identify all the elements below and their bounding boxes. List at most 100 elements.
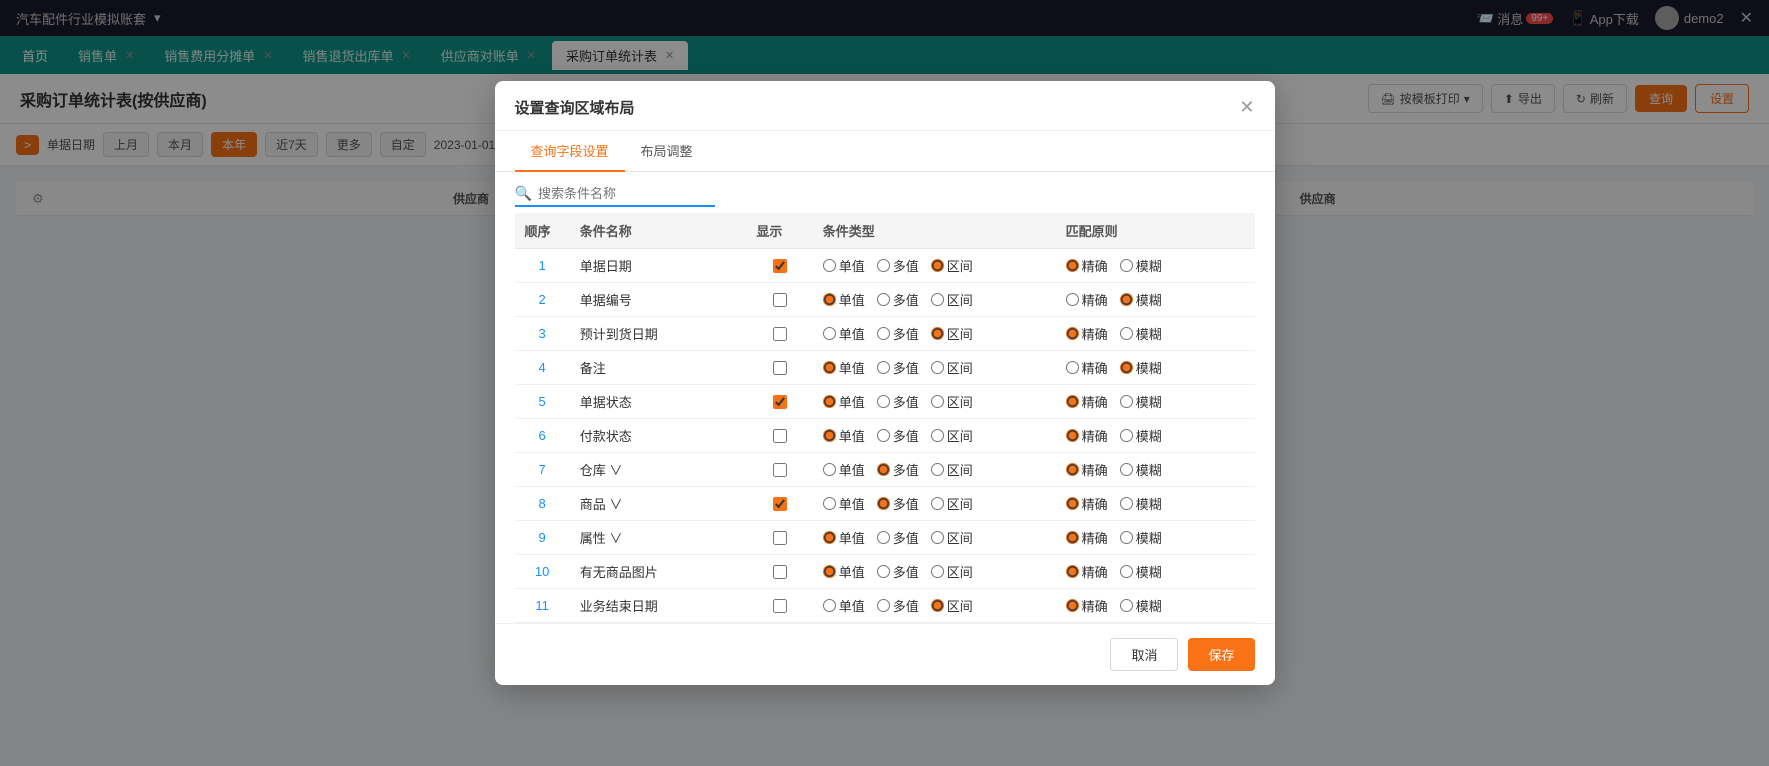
type-radio-多值[interactable]: 多值	[877, 528, 919, 547]
row-show-cell[interactable]	[746, 521, 812, 555]
match-radio-input[interactable]	[1120, 327, 1133, 340]
type-radio-区间[interactable]: 区间	[931, 562, 973, 581]
show-checkbox-wrap[interactable]	[756, 259, 802, 273]
match-radio-input[interactable]	[1066, 599, 1079, 612]
type-radio-input[interactable]	[931, 361, 944, 374]
type-radio-单值[interactable]: 单值	[823, 528, 865, 547]
type-radio-单值[interactable]: 单值	[823, 290, 865, 309]
cancel-button[interactable]: 取消	[1110, 638, 1178, 671]
search-input[interactable]	[538, 182, 698, 205]
match-radio-input[interactable]	[1120, 429, 1133, 442]
tab-layout-adjust[interactable]: 布局调整	[625, 131, 709, 172]
show-checkbox-wrap[interactable]	[756, 531, 802, 545]
match-radio-模糊[interactable]: 模糊	[1120, 494, 1162, 513]
row-show-cell[interactable]	[746, 589, 812, 623]
type-radio-input[interactable]	[823, 599, 836, 612]
row-show-cell[interactable]	[746, 419, 812, 453]
type-radio-input[interactable]	[823, 565, 836, 578]
type-radio-区间[interactable]: 区间	[931, 460, 973, 479]
type-radio-input[interactable]	[877, 497, 890, 510]
match-radio-精确[interactable]: 精确	[1066, 324, 1108, 343]
show-checkbox-wrap[interactable]	[756, 497, 802, 511]
type-radio-input[interactable]	[823, 429, 836, 442]
type-radio-多值[interactable]: 多值	[877, 256, 919, 275]
show-checkbox[interactable]	[773, 395, 787, 409]
type-radio-input[interactable]	[823, 327, 836, 340]
type-radio-多值[interactable]: 多值	[877, 358, 919, 377]
match-radio-精确[interactable]: 精确	[1066, 426, 1108, 445]
match-radio-模糊[interactable]: 模糊	[1120, 324, 1162, 343]
type-radio-input[interactable]	[877, 259, 890, 272]
type-radio-input[interactable]	[931, 599, 944, 612]
match-radio-input[interactable]	[1120, 259, 1133, 272]
type-radio-input[interactable]	[877, 429, 890, 442]
row-show-cell[interactable]	[746, 487, 812, 521]
type-radio-多值[interactable]: 多值	[877, 494, 919, 513]
type-radio-input[interactable]	[931, 293, 944, 306]
type-radio-input[interactable]	[877, 565, 890, 578]
type-radio-多值[interactable]: 多值	[877, 324, 919, 343]
match-radio-模糊[interactable]: 模糊	[1120, 528, 1162, 547]
match-radio-input[interactable]	[1066, 463, 1079, 476]
type-radio-单值[interactable]: 单值	[823, 358, 865, 377]
match-radio-模糊[interactable]: 模糊	[1120, 358, 1162, 377]
match-radio-input[interactable]	[1066, 361, 1079, 374]
match-radio-input[interactable]	[1120, 565, 1133, 578]
match-radio-模糊[interactable]: 模糊	[1120, 290, 1162, 309]
match-radio-input[interactable]	[1120, 463, 1133, 476]
match-radio-精确[interactable]: 精确	[1066, 256, 1108, 275]
show-checkbox[interactable]	[773, 327, 787, 341]
show-checkbox[interactable]	[773, 497, 787, 511]
type-radio-input[interactable]	[877, 293, 890, 306]
row-show-cell[interactable]	[746, 283, 812, 317]
type-radio-多值[interactable]: 多值	[877, 426, 919, 445]
show-checkbox[interactable]	[773, 599, 787, 613]
match-radio-模糊[interactable]: 模糊	[1120, 460, 1162, 479]
show-checkbox-wrap[interactable]	[756, 599, 802, 613]
type-radio-input[interactable]	[931, 395, 944, 408]
match-radio-input[interactable]	[1120, 599, 1133, 612]
type-radio-单值[interactable]: 单值	[823, 494, 865, 513]
type-radio-多值[interactable]: 多值	[877, 562, 919, 581]
type-radio-input[interactable]	[931, 327, 944, 340]
type-radio-input[interactable]	[931, 463, 944, 476]
type-radio-区间[interactable]: 区间	[931, 528, 973, 547]
match-radio-input[interactable]	[1120, 497, 1133, 510]
match-radio-input[interactable]	[1066, 327, 1079, 340]
type-radio-多值[interactable]: 多值	[877, 392, 919, 411]
type-radio-input[interactable]	[823, 361, 836, 374]
type-radio-input[interactable]	[823, 497, 836, 510]
match-radio-input[interactable]	[1066, 531, 1079, 544]
type-radio-input[interactable]	[823, 259, 836, 272]
match-radio-input[interactable]	[1066, 395, 1079, 408]
type-radio-input[interactable]	[931, 497, 944, 510]
row-show-cell[interactable]	[746, 385, 812, 419]
match-radio-精确[interactable]: 精确	[1066, 358, 1108, 377]
type-radio-单值[interactable]: 单值	[823, 256, 865, 275]
type-radio-区间[interactable]: 区间	[931, 256, 973, 275]
type-radio-区间[interactable]: 区间	[931, 324, 973, 343]
row-show-cell[interactable]	[746, 317, 812, 351]
show-checkbox[interactable]	[773, 259, 787, 273]
type-radio-input[interactable]	[823, 395, 836, 408]
match-radio-精确[interactable]: 精确	[1066, 494, 1108, 513]
match-radio-精确[interactable]: 精确	[1066, 596, 1108, 615]
match-radio-精确[interactable]: 精确	[1066, 528, 1108, 547]
match-radio-精确[interactable]: 精确	[1066, 392, 1108, 411]
match-radio-input[interactable]	[1066, 259, 1079, 272]
type-radio-区间[interactable]: 区间	[931, 596, 973, 615]
type-radio-多值[interactable]: 多值	[877, 290, 919, 309]
type-radio-input[interactable]	[877, 599, 890, 612]
type-radio-单值[interactable]: 单值	[823, 324, 865, 343]
show-checkbox-wrap[interactable]	[756, 395, 802, 409]
show-checkbox-wrap[interactable]	[756, 361, 802, 375]
type-radio-input[interactable]	[823, 293, 836, 306]
show-checkbox-wrap[interactable]	[756, 293, 802, 307]
type-radio-单值[interactable]: 单值	[823, 392, 865, 411]
show-checkbox-wrap[interactable]	[756, 565, 802, 579]
match-radio-input[interactable]	[1066, 293, 1079, 306]
show-checkbox-wrap[interactable]	[756, 429, 802, 443]
type-radio-input[interactable]	[877, 361, 890, 374]
show-checkbox[interactable]	[773, 361, 787, 375]
type-radio-区间[interactable]: 区间	[931, 494, 973, 513]
